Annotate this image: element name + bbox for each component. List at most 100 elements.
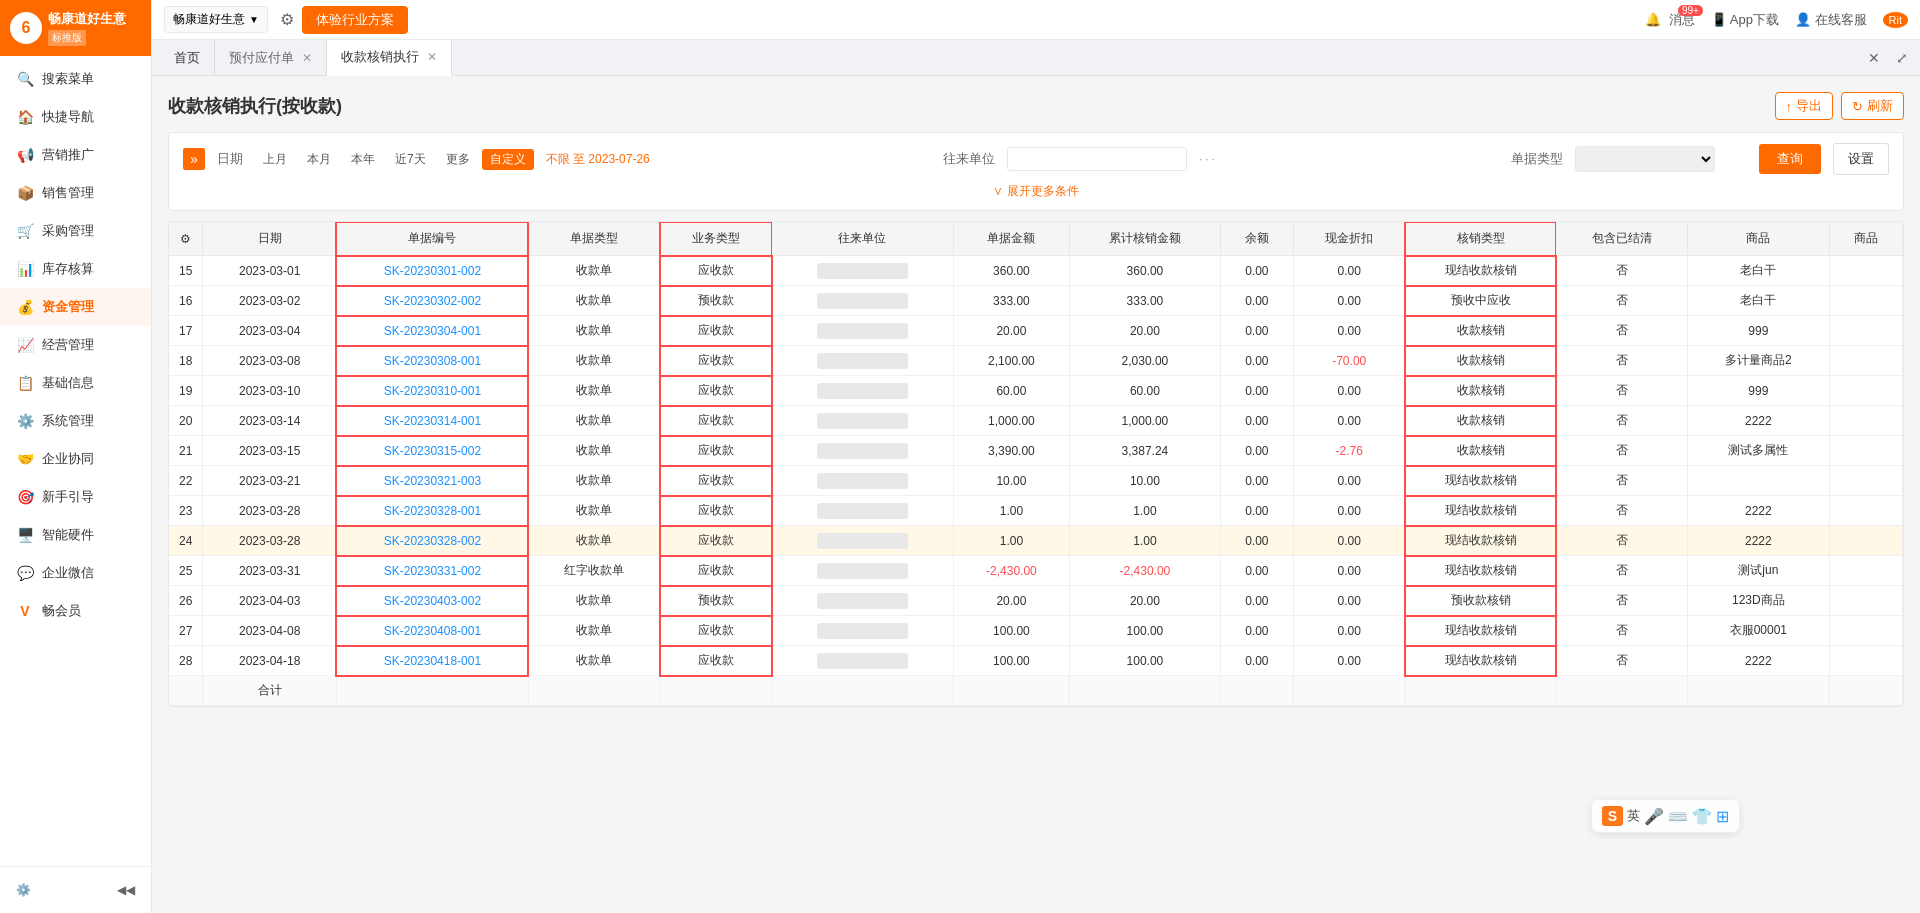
user-avatar[interactable]: Rit bbox=[1883, 12, 1908, 27]
settings-icon[interactable]: ⚙ bbox=[180, 232, 191, 246]
sidebar-item-label: 搜索菜单 bbox=[42, 70, 94, 88]
filter-receipt-type-select[interactable] bbox=[1575, 146, 1715, 172]
gear-icon[interactable]: ⚙ bbox=[280, 10, 294, 29]
table-row: 0.00 bbox=[1293, 526, 1405, 556]
filter-row-main: » 日期 上月 本月 本年 近7天 更多 自定义 不限 至 2023-07-26… bbox=[183, 143, 1889, 175]
refresh-btn[interactable]: ↻ 刷新 bbox=[1841, 92, 1904, 120]
tab-collection-close[interactable]: ✕ bbox=[427, 50, 437, 64]
table-row: 0.00 bbox=[1220, 286, 1293, 316]
tab-prepay-close[interactable]: ✕ bbox=[302, 51, 312, 65]
table-row bbox=[1829, 556, 1902, 586]
industry-btn[interactable]: 体验行业方案 bbox=[302, 6, 408, 34]
grid-icon[interactable]: ⊞ bbox=[1716, 807, 1729, 826]
sidebar-item-operation[interactable]: 📈 经营管理 bbox=[0, 326, 151, 364]
sales-icon: 📦 bbox=[16, 184, 34, 202]
doc-no-cell-link[interactable]: SK-20230304-001 bbox=[384, 324, 481, 338]
filter-expand-btn[interactable]: » bbox=[183, 148, 205, 170]
sidebar-item-wechat[interactable]: 💬 企业微信 bbox=[0, 554, 151, 592]
table-row: 2023-03-04 bbox=[203, 316, 337, 346]
doc-no-cell-link[interactable]: SK-20230328-002 bbox=[384, 534, 481, 548]
sidebar-item-quicknav[interactable]: 🏠 快捷导航 bbox=[0, 98, 151, 136]
sidebar-item-search[interactable]: 🔍 搜索菜单 bbox=[0, 60, 151, 98]
doc-no-cell-link[interactable]: SK-20230321-003 bbox=[384, 474, 481, 488]
sidebar-item-system[interactable]: ⚙️ 系统管理 bbox=[0, 402, 151, 440]
close-all-btn[interactable]: ✕ bbox=[1864, 46, 1884, 70]
th-amount: 单据金额 bbox=[953, 222, 1069, 256]
notification-bell[interactable]: 🔔 99+ 消息 bbox=[1645, 11, 1695, 29]
tab-home[interactable]: 首页 bbox=[160, 40, 215, 76]
table-row: 2023-03-02 bbox=[203, 286, 337, 316]
sidebar-item-member[interactable]: V 畅会员 bbox=[0, 592, 151, 630]
doc-no-cell-link[interactable]: SK-20230408-001 bbox=[384, 624, 481, 638]
filter-custom-btn[interactable]: 自定义 bbox=[482, 149, 534, 170]
sidebar-item-corp[interactable]: 🤝 企业协同 bbox=[0, 440, 151, 478]
filter-receipt-type-label: 单据类型 bbox=[1511, 150, 1563, 168]
table-row: 预收款核销 bbox=[1405, 586, 1556, 616]
keyboard-icon[interactable]: ⌨️ bbox=[1668, 807, 1688, 826]
table-row: 20.00 bbox=[1070, 316, 1221, 346]
sidebar-item-marketing[interactable]: 📢 营销推广 bbox=[0, 136, 151, 174]
export-btn[interactable]: ↑ 导出 bbox=[1775, 92, 1834, 120]
service-icon: 👤 bbox=[1795, 12, 1811, 27]
doc-no-cell-link[interactable]: SK-20230310-001 bbox=[384, 384, 481, 398]
app-download[interactable]: 📱 App下载 bbox=[1711, 11, 1779, 29]
table-row: SK-20230418-001 bbox=[336, 646, 528, 676]
filter-btn-thisyear[interactable]: 本年 bbox=[343, 149, 383, 170]
filter-counterpart-input[interactable] bbox=[1007, 147, 1187, 171]
sidebar-item-purchase[interactable]: 🛒 采购管理 bbox=[0, 212, 151, 250]
sidebar-item-finance[interactable]: 💰 资金管理 bbox=[0, 288, 151, 326]
table-wrapper[interactable]: ⚙ 日期 单据编号 单据类型 业务类型 往来单位 单据金额 累计核销金额 余额 … bbox=[169, 222, 1903, 706]
doc-no-cell-link[interactable]: SK-20230302-002 bbox=[384, 294, 481, 308]
mic-icon[interactable]: 🎤 bbox=[1644, 807, 1664, 826]
doc-no-cell-link[interactable]: SK-20230314-001 bbox=[384, 414, 481, 428]
filter-query-btn[interactable]: 查询 bbox=[1759, 144, 1821, 174]
main-table: ⚙ 日期 单据编号 单据类型 业务类型 往来单位 单据金额 累计核销金额 余额 … bbox=[169, 222, 1903, 706]
doc-no-cell-link[interactable]: SK-20230301-002 bbox=[384, 264, 481, 278]
th-doc-type: 单据类型 bbox=[528, 222, 659, 256]
th-settings[interactable]: ⚙ bbox=[169, 222, 203, 256]
filter-btn-more[interactable]: 更多 bbox=[438, 149, 478, 170]
shirt-icon[interactable]: 👕 bbox=[1692, 807, 1712, 826]
summary-cell bbox=[1293, 676, 1405, 706]
tab-prepay[interactable]: 预付应付单 ✕ bbox=[215, 40, 327, 76]
table-row: 0.00 bbox=[1293, 466, 1405, 496]
company-selector[interactable]: 畅康道好生意 ▼ bbox=[164, 6, 268, 33]
filter-btn-thismonth[interactable]: 本月 bbox=[299, 149, 339, 170]
expand-more-btn[interactable]: ∨ 展开更多条件 bbox=[993, 184, 1078, 198]
table-row: 0.00 bbox=[1220, 466, 1293, 496]
filter-btn-7days[interactable]: 近7天 bbox=[387, 149, 434, 170]
sidebar-item-inventory[interactable]: 📊 库存核算 bbox=[0, 250, 151, 288]
expand-window-btn[interactable]: ⤢ bbox=[1892, 46, 1912, 70]
table-row: 27 bbox=[169, 616, 203, 646]
company-name: 畅康道好生意 bbox=[173, 11, 245, 28]
table-row: 17 bbox=[169, 316, 203, 346]
table-row: 收款核销 bbox=[1405, 436, 1556, 466]
main-area: 畅康道好生意 ▼ ⚙ 体验行业方案 🔔 99+ 消息 📱 App下载 👤 在线客… bbox=[152, 0, 1920, 913]
online-service[interactable]: 👤 在线客服 bbox=[1795, 11, 1867, 29]
sidebar-item-hardware[interactable]: 🖥️ 智能硬件 bbox=[0, 516, 151, 554]
doc-no-cell-link[interactable]: SK-20230328-001 bbox=[384, 504, 481, 518]
sidebar-item-sales[interactable]: 📦 销售管理 bbox=[0, 174, 151, 212]
table-row: 应收款 bbox=[660, 526, 772, 556]
table-row: 0.00 bbox=[1293, 556, 1405, 586]
table-row: 0.00 bbox=[1293, 586, 1405, 616]
filter-setting-btn[interactable]: 设置 bbox=[1833, 143, 1889, 175]
sidebar-item-guide[interactable]: 🎯 新手引导 bbox=[0, 478, 151, 516]
sidebar-bottom-settings[interactable]: ⚙️ ◀◀ bbox=[0, 875, 151, 905]
filter-btn-lastmonth[interactable]: 上月 bbox=[255, 149, 295, 170]
table-row: 20.00 bbox=[953, 316, 1069, 346]
doc-no-cell-link[interactable]: SK-20230331-002 bbox=[384, 564, 481, 578]
table-row bbox=[1829, 346, 1902, 376]
table-row: 18 bbox=[169, 346, 203, 376]
doc-no-cell-link[interactable]: SK-20230418-001 bbox=[384, 654, 481, 668]
sidebar-item-label: 新手引导 bbox=[42, 488, 94, 506]
collapse-icon[interactable]: ◀◀ bbox=[117, 883, 135, 897]
sidebar-item-basic[interactable]: 📋 基础信息 bbox=[0, 364, 151, 402]
watermark-overlay: S 英 🎤 ⌨️ 👕 ⊞ bbox=[1591, 799, 1740, 833]
table-row: 否 bbox=[1556, 376, 1687, 406]
doc-no-cell-link[interactable]: SK-20230308-001 bbox=[384, 354, 481, 368]
doc-no-cell-link[interactable]: SK-20230315-002 bbox=[384, 444, 481, 458]
doc-no-cell-link[interactable]: SK-20230403-002 bbox=[384, 594, 481, 608]
tabbar-actions: ✕ ⤢ bbox=[1864, 46, 1912, 70]
tab-collection[interactable]: 收款核销执行 ✕ bbox=[327, 40, 452, 76]
